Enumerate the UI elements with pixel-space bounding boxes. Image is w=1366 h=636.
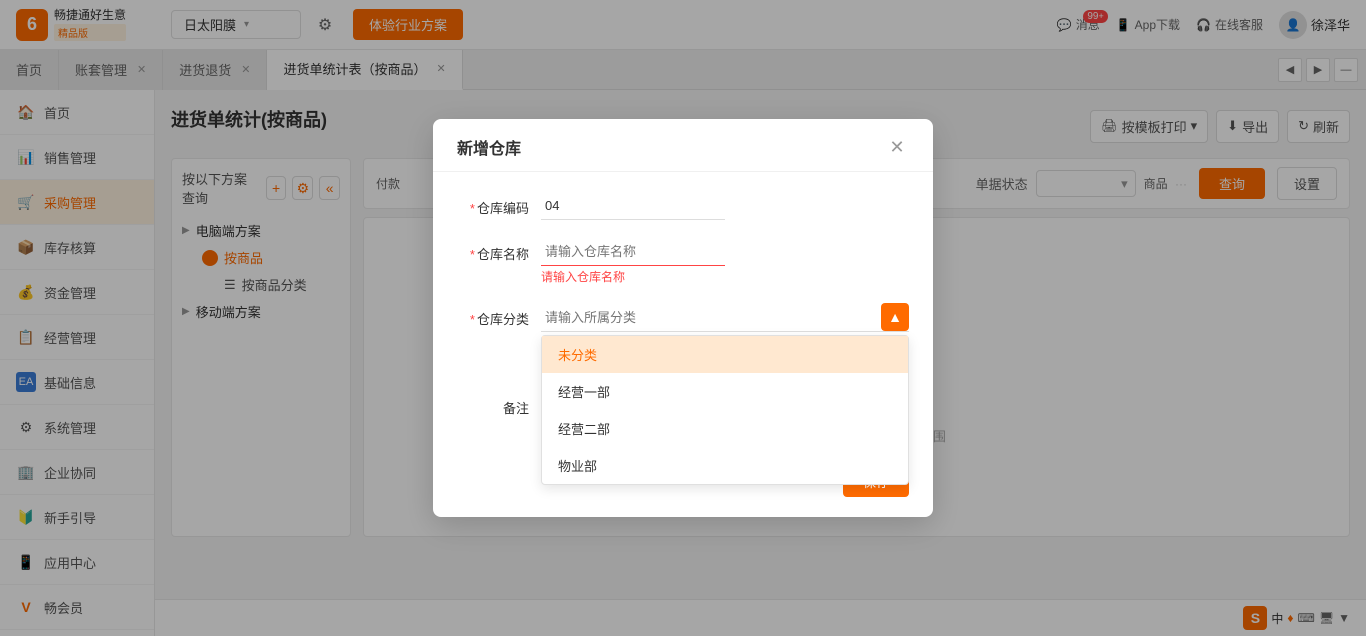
code-label: 仓库编码 <box>457 192 529 217</box>
name-label: 仓库名称 <box>457 238 529 263</box>
modal-header: 新增仓库 ✕ <box>433 119 933 172</box>
category-dropdown: 未分类 经营一部 经营二部 物业部 <box>541 335 909 485</box>
add-warehouse-modal: 新增仓库 ✕ 仓库编码 仓库名称 请输入仓库名称 仓库分类 ▲ <box>433 119 933 517</box>
warehouse-code-row: 仓库编码 <box>457 192 909 220</box>
warehouse-name-input[interactable] <box>541 238 725 266</box>
category-input[interactable] <box>541 304 881 331</box>
warehouse-name-row: 仓库名称 请输入仓库名称 <box>457 238 909 285</box>
note-label: 备注 <box>457 392 529 417</box>
dropdown-item-dept2[interactable]: 经营二部 <box>542 410 908 447</box>
category-dropdown-icon[interactable]: ▲ <box>881 303 909 331</box>
category-select-wrapper: ▲ <box>541 303 909 332</box>
modal-title: 新增仓库 <box>457 135 521 159</box>
code-field-wrapper <box>541 192 909 220</box>
dropdown-item-dept3[interactable]: 物业部 <box>542 447 908 484</box>
modal-close-button[interactable]: ✕ <box>885 135 909 159</box>
modal-body: 仓库编码 仓库名称 请输入仓库名称 仓库分类 ▲ 未分类 经营一部 经 <box>433 172 933 458</box>
dropdown-item-uncategorized[interactable]: 未分类 <box>542 336 908 373</box>
name-error-text: 请输入仓库名称 <box>541 268 909 285</box>
warehouse-code-input[interactable] <box>541 192 725 220</box>
category-label: 仓库分类 <box>457 303 529 328</box>
dropdown-item-dept1[interactable]: 经营一部 <box>542 373 908 410</box>
warehouse-category-row: 仓库分类 ▲ 未分类 经营一部 经营二部 物业部 <box>457 303 909 332</box>
name-field-wrapper: 请输入仓库名称 <box>541 238 909 285</box>
